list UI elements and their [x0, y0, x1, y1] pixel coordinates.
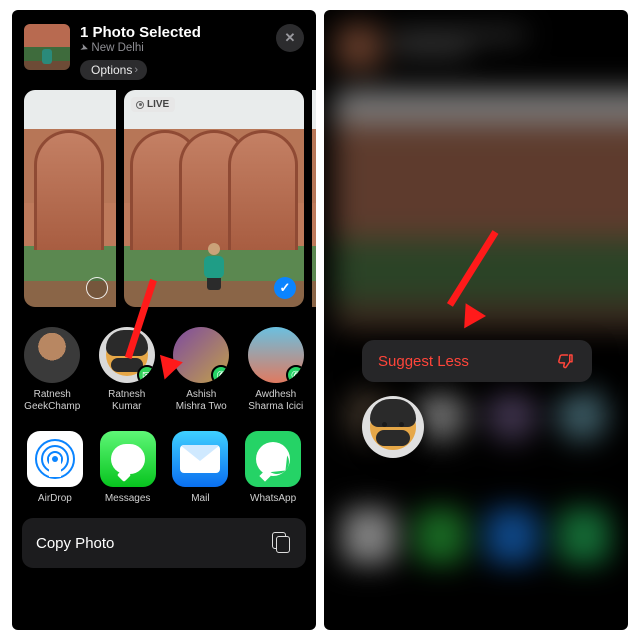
share-app-whatsapp[interactable]: WhatsApp — [244, 431, 302, 504]
chevron-right-icon: › — [134, 64, 138, 76]
share-sheet-screenshot: 1 Photo Selected ➤ New Delhi Options › ✕… — [12, 10, 316, 630]
share-app-messages[interactable]: Messages — [99, 431, 157, 504]
messages-badge-icon: ✉ — [137, 365, 155, 383]
contact-name: Awdhesh Sharma Icici — [246, 389, 307, 413]
sheet-header: 1 Photo Selected ➤ New Delhi Options › ✕ — [12, 10, 316, 90]
selection-ring-checked[interactable]: ✓ — [274, 277, 296, 299]
airdrop-icon — [27, 431, 83, 487]
location-text: New Delhi — [91, 42, 143, 54]
selected-count-title: 1 Photo Selected — [80, 24, 266, 41]
context-menu-screenshot: Suggest Less — [324, 10, 628, 630]
copy-photo-action[interactable]: Copy Photo — [22, 518, 306, 568]
share-contacts-row: Ratnesh GeekChamp ✉ Ratnesh Kumar ✆ Ashi… — [12, 307, 316, 425]
share-apps-row: AirDrop Messages Mail WhatsApp — [12, 425, 316, 518]
suggest-less-menu-item[interactable]: Suggest Less — [362, 340, 592, 382]
contact-name: Ratnesh GeekChamp — [22, 389, 83, 413]
options-button[interactable]: Options › — [80, 60, 147, 80]
contact-name: Ashish Mishra Two — [171, 389, 232, 413]
share-contact[interactable]: ✆ Ashish Mishra Two — [171, 327, 232, 413]
thumbs-down-icon — [556, 351, 576, 371]
share-app-airdrop[interactable]: AirDrop — [26, 431, 84, 504]
mail-icon — [172, 431, 228, 487]
whatsapp-badge-icon: ✆ — [286, 365, 304, 383]
options-label: Options — [91, 63, 132, 77]
suggest-less-label: Suggest Less — [378, 353, 469, 370]
messages-icon — [100, 431, 156, 487]
avatar — [24, 327, 80, 383]
location-subtitle: ➤ New Delhi — [80, 42, 266, 54]
whatsapp-badge-icon: ✆ — [211, 365, 229, 383]
app-label: AirDrop — [38, 493, 72, 504]
share-app-mail[interactable]: Mail — [172, 431, 230, 504]
selected-photo-thumbnail[interactable] — [24, 24, 70, 70]
contact-name: Ratnesh Kumar — [97, 389, 158, 413]
app-label: Messages — [105, 493, 151, 504]
selection-ring-unchecked[interactable] — [86, 277, 108, 299]
avatar: ✉ — [99, 327, 155, 383]
avatar: ✆ — [173, 327, 229, 383]
focused-contact-avatar[interactable] — [362, 396, 424, 458]
photo-item[interactable]: LIVE — [312, 90, 316, 307]
whatsapp-icon — [245, 431, 301, 487]
share-contact[interactable]: ✉ Ratnesh Kumar — [97, 327, 158, 413]
action-label: Copy Photo — [36, 535, 114, 552]
app-label: WhatsApp — [250, 493, 296, 504]
photo-item[interactable] — [24, 90, 116, 307]
location-arrow-icon: ➤ — [78, 41, 90, 54]
header-text: 1 Photo Selected ➤ New Delhi Options › — [80, 24, 266, 80]
app-label: Mail — [191, 493, 209, 504]
copy-icon — [270, 532, 292, 554]
photo-carousel[interactable]: LIVE ✓ LIVE — [12, 90, 316, 307]
avatar: ✆ — [248, 327, 304, 383]
photo-item-selected[interactable]: LIVE ✓ — [124, 90, 304, 307]
blurred-background — [324, 10, 628, 630]
action-list: Copy Photo — [12, 518, 316, 568]
share-contact[interactable]: ✆ Awdhesh Sharma Icici — [246, 327, 307, 413]
close-button[interactable]: ✕ — [276, 24, 304, 52]
close-icon: ✕ — [285, 30, 296, 46]
share-contact[interactable]: Ratnesh GeekChamp — [22, 327, 83, 413]
